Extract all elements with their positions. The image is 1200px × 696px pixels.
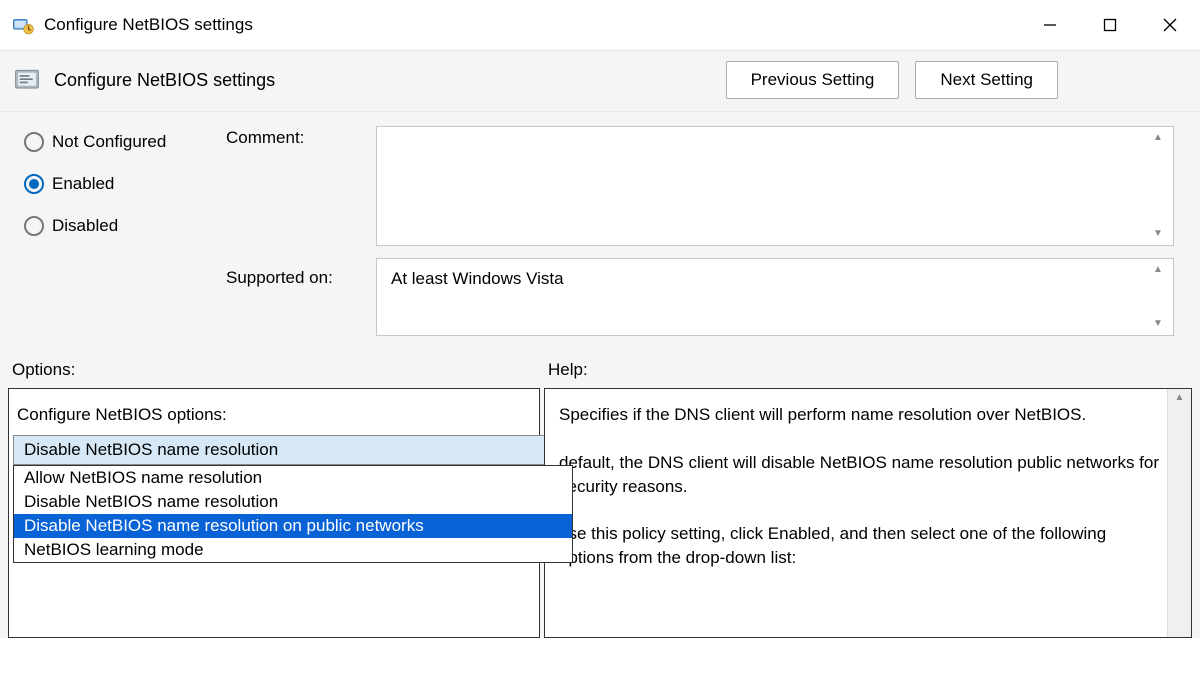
radio-label: Enabled	[52, 174, 114, 194]
radio-icon	[24, 174, 44, 194]
help-paragraph: use this policy setting, click Enabled, …	[559, 522, 1159, 570]
dropdown-item[interactable]: Allow NetBIOS name resolution	[14, 466, 572, 490]
dropdown-item[interactable]: Disable NetBIOS name resolution on publi…	[14, 514, 572, 538]
options-pane: Configure NetBIOS options: Disable NetBI…	[8, 388, 540, 638]
help-paragraph: default, the DNS client will disable Net…	[559, 451, 1159, 499]
window-title: Configure NetBIOS settings	[44, 15, 1020, 35]
comment-label: Comment:	[226, 126, 376, 148]
scroll-up-icon[interactable]: ▲	[1149, 265, 1167, 275]
radio-enabled[interactable]: Enabled	[24, 174, 226, 194]
close-button[interactable]	[1140, 0, 1200, 50]
scroll-up-icon[interactable]: ▲	[1149, 133, 1167, 143]
panes-headers: Options: Help:	[0, 336, 1200, 388]
panes: Configure NetBIOS options: Disable NetBI…	[0, 388, 1200, 638]
help-paragraph: Specifies if the DNS client will perform…	[559, 403, 1159, 427]
titlebar: Configure NetBIOS settings	[0, 0, 1200, 50]
settings-area: Not Configured Enabled Disabled Comment:…	[0, 112, 1200, 336]
minimize-button[interactable]	[1020, 0, 1080, 50]
dropdown-item[interactable]: NetBIOS learning mode	[14, 538, 572, 562]
radio-icon	[24, 132, 44, 152]
help-pane: Specifies if the DNS client will perform…	[544, 388, 1192, 638]
status-radio-group: Not Configured Enabled Disabled	[16, 126, 226, 258]
scroll-down-icon[interactable]: ▼	[1149, 229, 1167, 239]
comment-textarea[interactable]: ▲ ▼	[376, 126, 1174, 246]
dropdown-list: Allow NetBIOS name resolution Disable Ne…	[13, 465, 573, 563]
window-controls	[1020, 0, 1200, 50]
next-setting-button[interactable]: Next Setting	[915, 61, 1058, 99]
radio-disabled[interactable]: Disabled	[24, 216, 226, 236]
supported-on-text: At least Windows Vista	[391, 269, 564, 288]
previous-setting-button[interactable]: Previous Setting	[726, 61, 900, 99]
supported-on-field: At least Windows Vista ▲ ▼	[376, 258, 1174, 336]
help-scrollbar[interactable]: ▲	[1167, 389, 1191, 637]
help-header: Help:	[548, 360, 1188, 380]
radio-not-configured[interactable]: Not Configured	[24, 132, 226, 152]
radio-label: Disabled	[52, 216, 118, 236]
supported-on-label: Supported on:	[226, 258, 376, 336]
policy-object-icon	[12, 14, 34, 36]
radio-icon	[24, 216, 44, 236]
policy-title: Configure NetBIOS settings	[54, 70, 726, 91]
netbios-options-dropdown[interactable]: Disable NetBIOS name resolution Allow Ne…	[13, 435, 573, 465]
nav-buttons: Previous Setting Next Setting	[726, 61, 1058, 99]
options-header: Options:	[12, 360, 548, 380]
scroll-up-icon[interactable]: ▲	[1168, 393, 1191, 403]
policy-setting-icon	[14, 67, 40, 93]
dropdown-item[interactable]: Disable NetBIOS name resolution	[14, 490, 572, 514]
dropdown-selected[interactable]: Disable NetBIOS name resolution	[13, 435, 573, 465]
scroll-down-icon[interactable]: ▼	[1149, 319, 1167, 329]
radio-label: Not Configured	[52, 132, 166, 152]
maximize-button[interactable]	[1080, 0, 1140, 50]
header-row: Configure NetBIOS settings Previous Sett…	[0, 50, 1200, 112]
options-caption: Configure NetBIOS options:	[17, 405, 531, 425]
